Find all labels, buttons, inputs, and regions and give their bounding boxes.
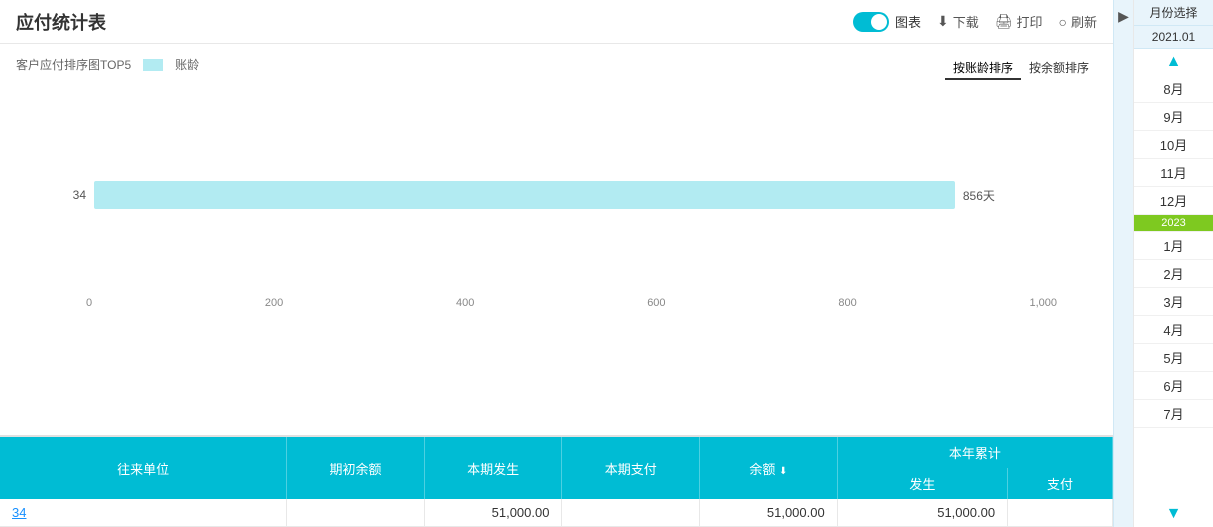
chart-sort-buttons: 按账龄排序 按余额排序 [945, 57, 1097, 80]
col-current-occur: 本期发生 [424, 437, 562, 499]
sidebar-toggle-arrow[interactable]: ▶ [1113, 0, 1133, 527]
sort-by-balance-button[interactable]: 按账龄排序 [945, 57, 1021, 80]
month-item[interactable]: 5月 [1134, 344, 1213, 372]
cell-ytd-occur: 51,000.00 [837, 499, 1007, 527]
bar-chart: 34 856天 0 200 400 600 800 1,000 [16, 89, 1097, 349]
download-icon: ⬇ [937, 13, 949, 30]
sort-by-amount-button[interactable]: 按余额排序 [1021, 57, 1097, 80]
month-item[interactable]: 6月 [1134, 372, 1213, 400]
x-tick-1000: 1,000 [1029, 297, 1057, 309]
month-item[interactable]: 8月 [1134, 75, 1213, 103]
month-item[interactable]: 1月 [1134, 232, 1213, 260]
refresh-icon: ○ [1059, 14, 1067, 30]
cell-vendor[interactable]: 34 [0, 499, 287, 527]
header-actions: 图表 ⬇ 下载 🖨 打印 ○ 刷新 [853, 12, 1097, 32]
sidebar: 月份选择 2021.01 ▲ 8月9月10月11月12月20231月2月3月4月… [1133, 0, 1213, 527]
table-section: 往来单位 期初余额 本期发生 本期支付 余额 ⬇ 本年累计 发生 支付 [0, 435, 1113, 527]
month-down-button[interactable]: ▼ [1164, 503, 1184, 525]
x-axis: 0 200 400 600 800 1,000 [86, 297, 1057, 309]
month-item[interactable]: 2023 [1134, 215, 1213, 232]
chart-toggle[interactable] [853, 12, 889, 32]
col-vendor: 往来单位 [0, 437, 287, 499]
print-button[interactable]: 🖨 打印 [995, 12, 1043, 31]
chart-toggle-wrapper: 图表 [853, 12, 921, 32]
sidebar-current-date: 2021.01 [1134, 26, 1213, 49]
cell-opening [287, 499, 425, 527]
page-title: 应付统计表 [16, 9, 106, 35]
sidebar-nav-down: ▼ [1134, 501, 1213, 527]
month-item[interactable]: 3月 [1134, 288, 1213, 316]
cell-ytd-pay [1008, 499, 1113, 527]
legend-label: 客户应付排序图TOP5 [16, 56, 131, 73]
balance-icon: ⬇ [779, 466, 787, 477]
bar-days-label: 856天 [963, 187, 995, 204]
month-up-button[interactable]: ▲ [1164, 51, 1184, 73]
x-tick-200: 200 [265, 297, 283, 309]
month-item[interactable]: 9月 [1134, 103, 1213, 131]
col-current-pay: 本期支付 [562, 437, 700, 499]
bar-track: 34 856天 0 200 400 600 800 1,000 [56, 119, 1057, 309]
print-label: 打印 [1017, 12, 1043, 31]
download-button[interactable]: ⬇ 下载 [937, 12, 979, 31]
refresh-button[interactable]: ○ 刷新 [1059, 12, 1097, 31]
sidebar-container: ▶ 月份选择 2021.01 ▲ 8月9月10月11月12月20231月2月3月… [1113, 0, 1213, 527]
col-opening: 期初余额 [287, 437, 425, 499]
cell-current-pay [562, 499, 700, 527]
download-label: 下载 [953, 12, 979, 31]
chart-header-row: 客户应付排序图TOP5 账龄 按账龄排序 按余额排序 [16, 56, 1097, 81]
chart-legend: 客户应付排序图TOP5 账龄 [16, 56, 199, 73]
table-row: 34 51,000.00 51,000.00 51,000.00 [0, 499, 1113, 527]
x-tick-600: 600 [647, 297, 665, 309]
refresh-label: 刷新 [1071, 12, 1097, 31]
month-item[interactable]: 2月 [1134, 260, 1213, 288]
x-tick-800: 800 [838, 297, 856, 309]
month-item[interactable]: 4月 [1134, 316, 1213, 344]
col-ytd-pay: 支付 [1008, 468, 1113, 499]
sidebar-title: 月份选择 [1134, 0, 1213, 26]
col-ytd: 本年累计 [837, 437, 1112, 468]
x-tick-0: 0 [86, 297, 92, 309]
month-item[interactable]: 7月 [1134, 400, 1213, 428]
month-item[interactable]: 10月 [1134, 131, 1213, 159]
month-item[interactable]: 12月 [1134, 187, 1213, 215]
month-item[interactable]: 11月 [1134, 159, 1213, 187]
bar-row: 34 856天 [56, 181, 1057, 209]
header: 应付统计表 图表 ⬇ 下载 🖨 打印 ○ 刷新 [0, 0, 1113, 44]
cell-current-occur: 51,000.00 [424, 499, 562, 527]
sidebar-nav-up: ▲ [1134, 49, 1213, 75]
chart-area: 客户应付排序图TOP5 账龄 按账龄排序 按余额排序 34 856天 0 [0, 44, 1113, 435]
cell-balance: 51,000.00 [700, 499, 838, 527]
data-table: 往来单位 期初余额 本期发生 本期支付 余额 ⬇ 本年累计 发生 支付 [0, 437, 1113, 527]
legend-box-label: 账龄 [175, 56, 199, 73]
main-content: 应付统计表 图表 ⬇ 下载 🖨 打印 ○ 刷新 客户应付排序图TOP5 [0, 0, 1113, 527]
x-tick-400: 400 [456, 297, 474, 309]
print-icon: 🖨 [995, 13, 1013, 30]
col-balance: 余额 ⬇ [700, 437, 838, 499]
month-list: 8月9月10月11月12月20231月2月3月4月5月6月7月 [1134, 75, 1213, 501]
col-ytd-occur: 发生 [837, 468, 1007, 499]
chart-toggle-label: 图表 [895, 12, 921, 31]
bar-y-label: 34 [56, 188, 86, 202]
bar-fill [94, 181, 955, 209]
table-wrapper: 往来单位 期初余额 本期发生 本期支付 余额 ⬇ 本年累计 发生 支付 [0, 437, 1113, 527]
legend-box [143, 59, 163, 71]
